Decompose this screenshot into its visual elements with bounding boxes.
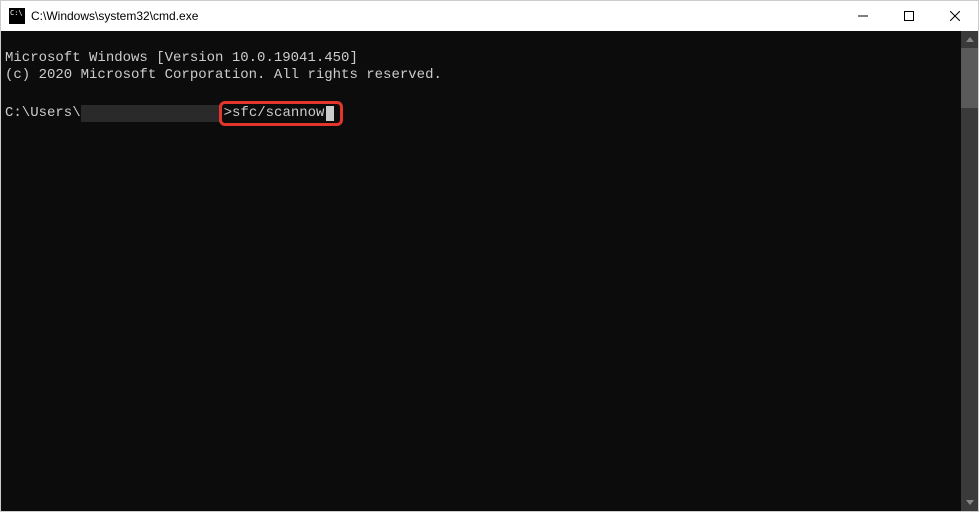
redacted-username [81, 105, 221, 122]
command-highlight: >sfc/scannow [219, 101, 344, 126]
maximize-button[interactable] [886, 1, 932, 31]
prompt-suffix: > [224, 105, 232, 122]
prompt-prefix: C:\Users\ [5, 105, 81, 122]
terminal-line: Microsoft Windows [Version 10.0.19041.45… [5, 50, 358, 66]
scrollbar-thumb[interactable] [961, 48, 978, 108]
titlebar[interactable]: C:\Windows\system32\cmd.exe [1, 1, 978, 31]
minimize-button[interactable] [840, 1, 886, 31]
cursor [326, 106, 334, 121]
cmd-window: C:\Windows\system32\cmd.exe Microsoft Wi… [0, 0, 979, 512]
scroll-down-button[interactable] [961, 494, 978, 511]
terminal-line: (c) 2020 Microsoft Corporation. All righ… [5, 67, 442, 83]
scrollbar[interactable] [961, 31, 978, 511]
command-text: sfc/scannow [232, 105, 324, 122]
window-controls [840, 1, 978, 31]
scroll-up-button[interactable] [961, 31, 978, 48]
prompt-line: C:\Users\ >sfc/scannow [5, 101, 957, 126]
window-title: C:\Windows\system32\cmd.exe [31, 9, 840, 23]
terminal-area: Microsoft Windows [Version 10.0.19041.45… [1, 31, 978, 511]
cmd-icon [9, 8, 25, 24]
close-button[interactable] [932, 1, 978, 31]
terminal[interactable]: Microsoft Windows [Version 10.0.19041.45… [1, 31, 961, 511]
